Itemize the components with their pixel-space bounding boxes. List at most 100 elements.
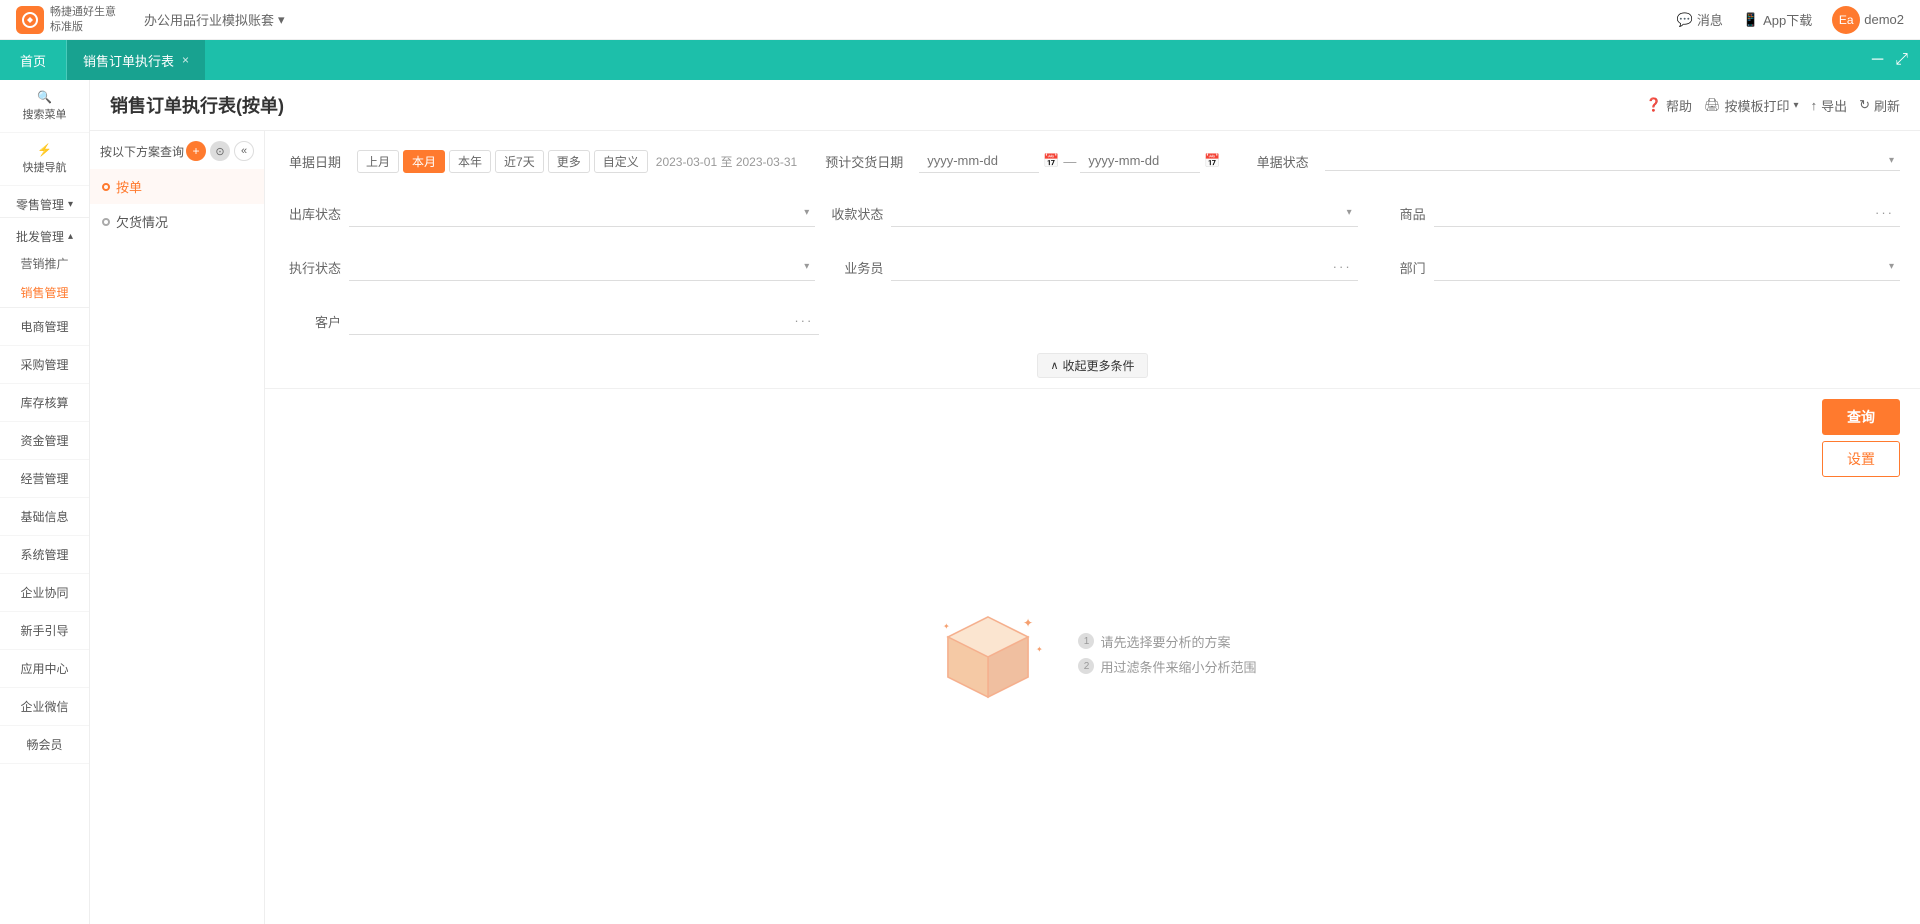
sidebar-item-system[interactable]: 系统管理 bbox=[0, 536, 89, 574]
query-button[interactable]: 查询 bbox=[1822, 399, 1900, 435]
breadcrumb-area[interactable]: 办公用品行业模拟账套 ▾ bbox=[144, 10, 285, 29]
left-nav-backorder[interactable]: 欠货情况 bbox=[90, 204, 264, 239]
date-btn-7days[interactable]: 近7天 bbox=[495, 150, 544, 173]
sidebar-item-inventory[interactable]: 库存核算 bbox=[0, 384, 89, 422]
sidebar-item-operations[interactable]: 经营管理 bbox=[0, 460, 89, 498]
message-button[interactable]: 💬 消息 bbox=[1677, 10, 1723, 29]
sidebar-search[interactable]: 🔍 搜索菜单 bbox=[0, 80, 89, 133]
empty-hint-2: 2 用过滤条件来缩小分析范围 bbox=[1078, 657, 1256, 676]
sidebar-quick-nav[interactable]: ⚡ 快捷导航 bbox=[0, 133, 89, 186]
shipment-select[interactable]: ▾ bbox=[349, 199, 815, 227]
left-panel-header: 按以下方案查询 + ⊙ « bbox=[90, 141, 264, 169]
predicted-date-start[interactable] bbox=[919, 149, 1039, 173]
date-btn-this-year[interactable]: 本年 bbox=[449, 150, 491, 173]
collection-arrow-icon: ▾ bbox=[1347, 207, 1352, 218]
sidebar-item-enterprise[interactable]: 企业协同 bbox=[0, 574, 89, 612]
calendar-icon-2[interactable]: 📅 bbox=[1204, 153, 1220, 169]
sidebar-item-finance[interactable]: 资金管理 bbox=[0, 422, 89, 460]
top-bar-left: 畅捷通好生意 标准版 办公用品行业模拟账套 ▾ bbox=[16, 5, 285, 34]
breadcrumb-text: 办公用品行业模拟账套 bbox=[144, 10, 274, 29]
tab-expand-icon[interactable]: ⤢ bbox=[1895, 51, 1908, 69]
department-filter-cell: 部门 ▾ bbox=[1370, 253, 1900, 281]
collapse-panel-button[interactable]: « bbox=[234, 141, 254, 161]
top-bar: 畅捷通好生意 标准版 办公用品行业模拟账套 ▾ 💬 消息 📱 App下载 Ea … bbox=[0, 0, 1920, 40]
collapse-icon: ∧ bbox=[1050, 359, 1058, 372]
filter-block: 单据日期 上月 本月 本年 近7天 更多 自定义 2023-03-01 至 20… bbox=[265, 131, 1920, 389]
customer-select[interactable]: ··· bbox=[349, 307, 819, 335]
collapse-area: ∧ 收起更多条件 bbox=[285, 349, 1900, 378]
predicted-date-label: 预计交货日期 bbox=[825, 152, 903, 171]
predicted-date-end[interactable] bbox=[1080, 149, 1200, 173]
retail-arrow-icon: ▾ bbox=[68, 199, 73, 210]
sidebar-item-basic-info[interactable]: 基础信息 bbox=[0, 498, 89, 536]
salesperson-select[interactable]: ··· bbox=[891, 253, 1357, 281]
left-panel-actions: + ⊙ « bbox=[186, 141, 254, 161]
status-select[interactable]: ▾ bbox=[1325, 151, 1900, 171]
page-title: 销售订单执行表(按单) bbox=[110, 92, 284, 118]
tab-active[interactable]: 销售订单执行表 × bbox=[67, 40, 205, 80]
print-button[interactable]: 🖨 按模板打印 ▾ bbox=[1704, 96, 1799, 115]
sidebar-sub-marketing[interactable]: 营销推广 bbox=[0, 249, 89, 278]
page-header: 销售订单执行表(按单) ❓ 帮助 🖨 按模板打印 ▾ ↑ 导出 ↻ 刷新 bbox=[90, 80, 1920, 131]
department-label: 部门 bbox=[1370, 258, 1426, 277]
help-button[interactable]: ❓ 帮助 bbox=[1646, 96, 1692, 115]
refresh-button[interactable]: ↻ 刷新 bbox=[1859, 96, 1900, 115]
date-btn-more[interactable]: 更多 bbox=[548, 150, 590, 173]
sidebar-item-member[interactable]: 畅会员 bbox=[0, 726, 89, 764]
sidebar-item-wechat[interactable]: 企业微信 bbox=[0, 688, 89, 726]
filter-row-4: 客户 ··· bbox=[285, 299, 1900, 343]
sidebar: 🔍 搜索菜单 ⚡ 快捷导航 零售管理 ▾ 批发管理 ▴ 营销推广 销售管理 电商… bbox=[0, 80, 90, 924]
date-btn-custom[interactable]: 自定义 bbox=[594, 150, 648, 173]
add-scheme-button[interactable]: + bbox=[186, 141, 206, 161]
department-select[interactable]: ▾ bbox=[1434, 253, 1900, 281]
date-btn-last-month[interactable]: 上月 bbox=[357, 150, 399, 173]
sidebar-sub-sales[interactable]: 销售管理 bbox=[0, 278, 89, 307]
search-icon: 🔍 bbox=[37, 90, 52, 104]
left-nav-by-order[interactable]: 按单 bbox=[90, 169, 264, 204]
predicted-date-inputs: 📅 — 📅 bbox=[919, 149, 1220, 173]
message-icon: 💬 bbox=[1677, 12, 1693, 28]
copy-scheme-button[interactable]: ⊙ bbox=[210, 141, 230, 161]
sidebar-item-guide[interactable]: 新手引导 bbox=[0, 612, 89, 650]
empty-hint-text: 1 请先选择要分析的方案 2 用过滤条件来缩小分析范围 bbox=[1078, 632, 1256, 682]
tab-close-icon[interactable]: × bbox=[182, 53, 189, 67]
sidebar-item-app-center[interactable]: 应用中心 bbox=[0, 650, 89, 688]
active-dot-icon bbox=[102, 183, 110, 191]
avatar: Ea bbox=[1832, 6, 1860, 34]
sidebar-group-retail: 零售管理 ▾ bbox=[0, 186, 89, 218]
tab-home[interactable]: 首页 bbox=[0, 40, 67, 80]
sidebar-item-purchase[interactable]: 采购管理 bbox=[0, 346, 89, 384]
empty-content: ✦ ✦ ✦ 1 请先选择要分析的方案 2 bbox=[928, 607, 1256, 707]
tab-minimize-icon[interactable]: ─ bbox=[1872, 51, 1883, 69]
calendar-icon-1[interactable]: 📅 bbox=[1043, 153, 1059, 169]
sidebar-item-wholesale[interactable]: 批发管理 ▴ bbox=[0, 218, 89, 249]
logo-area: 畅捷通好生意 标准版 bbox=[16, 5, 116, 34]
app-download-button[interactable]: 📱 App下载 bbox=[1743, 10, 1812, 29]
top-bar-right: 💬 消息 📱 App下载 Ea demo2 bbox=[1677, 6, 1904, 34]
export-button[interactable]: ↑ 导出 bbox=[1811, 96, 1848, 115]
help-icon: ❓ bbox=[1646, 97, 1662, 113]
sidebar-item-ecommerce[interactable]: 电商管理 bbox=[0, 308, 89, 346]
user-area[interactable]: Ea demo2 bbox=[1832, 6, 1904, 34]
breadcrumb-arrow-icon: ▾ bbox=[278, 12, 285, 28]
right-content: 单据日期 上月 本月 本年 近7天 更多 自定义 2023-03-01 至 20… bbox=[265, 131, 1920, 924]
date-filter-label: 单据日期 bbox=[285, 152, 341, 171]
tab-bar: 首页 销售订单执行表 × ─ ⤢ bbox=[0, 40, 1920, 80]
date-btn-this-month[interactable]: 本月 bbox=[403, 150, 445, 173]
sidebar-item-retail[interactable]: 零售管理 ▾ bbox=[0, 186, 89, 217]
refresh-icon: ↻ bbox=[1859, 97, 1870, 113]
export-icon: ↑ bbox=[1811, 98, 1818, 113]
goods-label: 商品 bbox=[1370, 204, 1426, 223]
salesperson-filter-cell: 业务员 ··· bbox=[827, 253, 1357, 281]
settings-button[interactable]: 设置 bbox=[1822, 441, 1900, 477]
date-range-display: 2023-03-01 至 2023-03-31 bbox=[656, 153, 797, 170]
collection-filter-cell: 收款状态 ▾ bbox=[827, 199, 1357, 227]
page-actions: ❓ 帮助 🖨 按模板打印 ▾ ↑ 导出 ↻ 刷新 bbox=[1646, 96, 1900, 115]
collection-select[interactable]: ▾ bbox=[891, 199, 1357, 227]
main-layout: 🔍 搜索菜单 ⚡ 快捷导航 零售管理 ▾ 批发管理 ▴ 营销推广 销售管理 电商… bbox=[0, 80, 1920, 924]
goods-select[interactable]: ··· bbox=[1434, 199, 1900, 227]
collection-label: 收款状态 bbox=[827, 204, 883, 223]
shipment-filter-cell: 出库状态 ▾ bbox=[285, 199, 815, 227]
collapse-button[interactable]: ∧ 收起更多条件 bbox=[1037, 353, 1147, 378]
exec-status-select[interactable]: ▾ bbox=[349, 253, 815, 281]
